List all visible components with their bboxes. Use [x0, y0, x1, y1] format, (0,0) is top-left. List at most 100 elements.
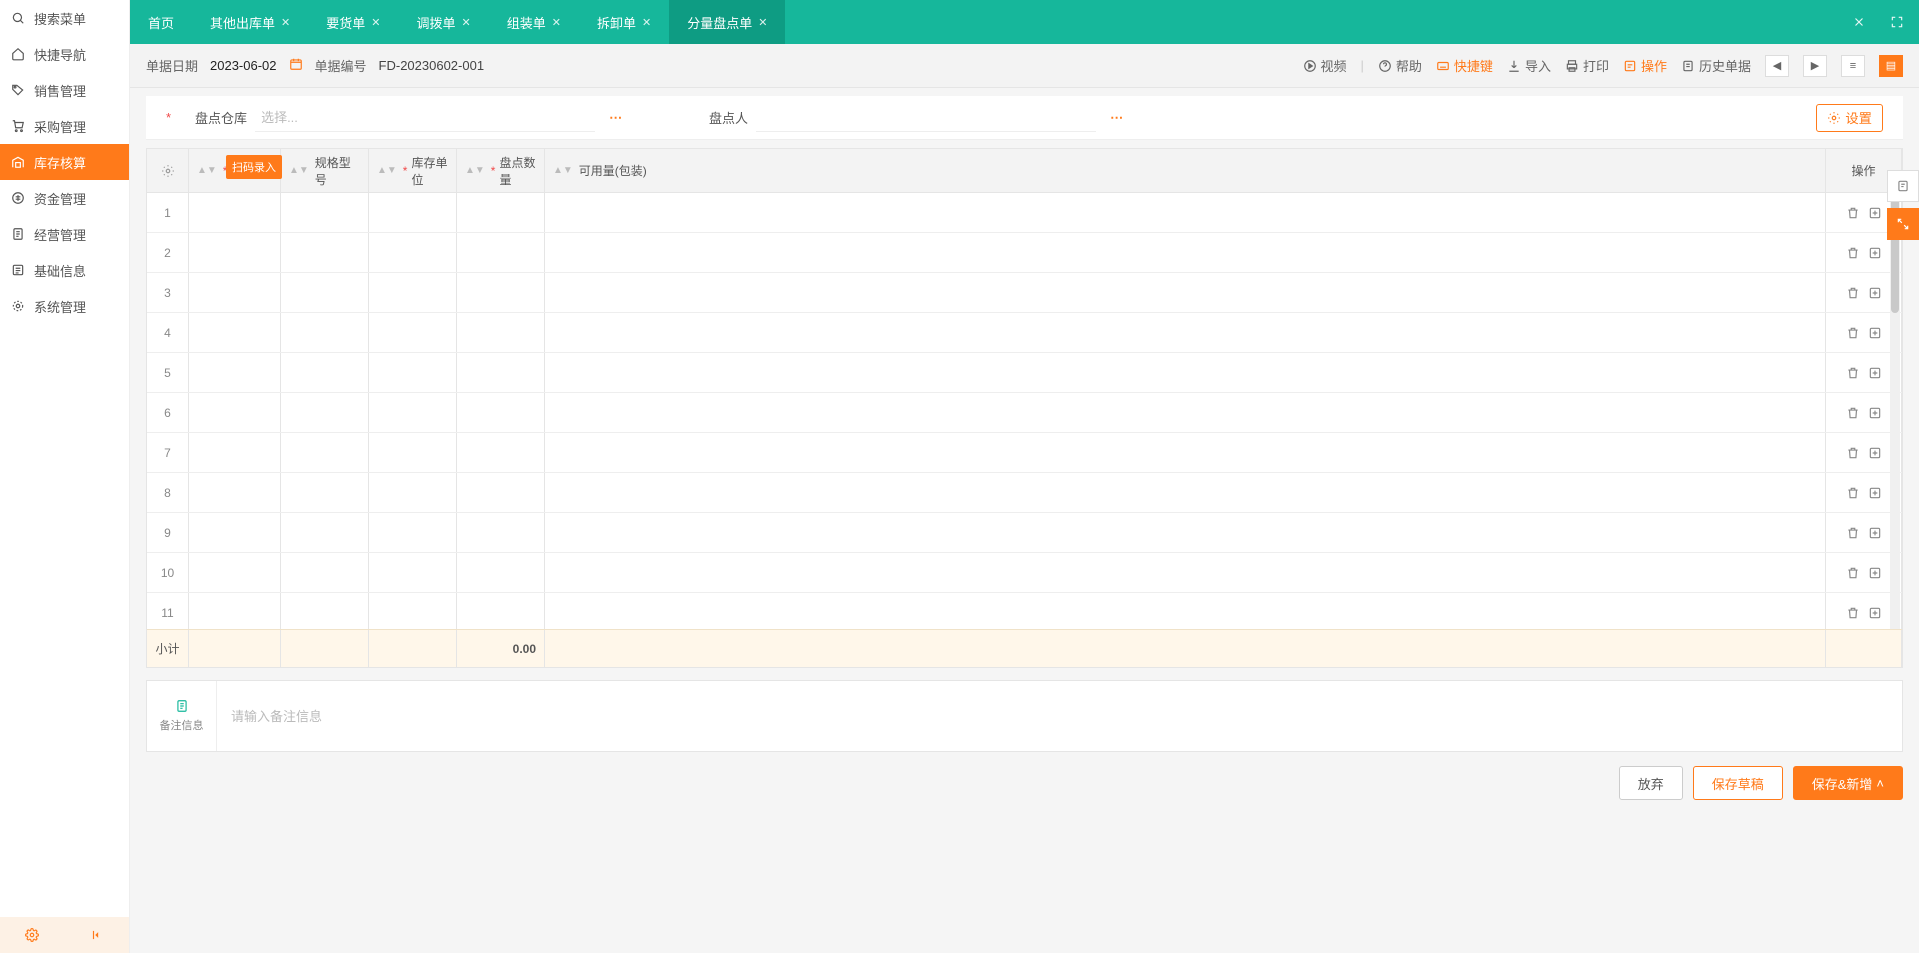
- cell-spec[interactable]: [281, 433, 369, 472]
- table-row[interactable]: 5: [147, 353, 1902, 393]
- sidebar-item-4[interactable]: 库存核算: [0, 144, 129, 180]
- float-expand-icon[interactable]: [1887, 208, 1919, 240]
- cell-avail[interactable]: [545, 553, 1826, 592]
- col-qty[interactable]: ▲▼*盘点数量: [457, 149, 545, 192]
- cell-qty[interactable]: [457, 313, 545, 352]
- cell-unit[interactable]: [369, 433, 457, 472]
- cell-qty[interactable]: [457, 193, 545, 232]
- cell-product[interactable]: [189, 513, 281, 552]
- cell-avail[interactable]: [545, 473, 1826, 512]
- sidebar-item-0[interactable]: 搜索菜单: [0, 0, 129, 36]
- col-config[interactable]: [147, 149, 189, 192]
- cell-spec[interactable]: [281, 193, 369, 232]
- delete-row-icon[interactable]: [1846, 286, 1860, 300]
- save-new-button[interactable]: 保存&新增 ˄: [1793, 766, 1903, 800]
- delete-row-icon[interactable]: [1846, 406, 1860, 420]
- col-unit[interactable]: ▲▼*库存单位: [369, 149, 457, 192]
- cell-product[interactable]: [189, 353, 281, 392]
- view-card-icon[interactable]: ▤: [1879, 55, 1903, 77]
- table-row[interactable]: 7: [147, 433, 1902, 473]
- import-action[interactable]: 导入: [1507, 56, 1551, 75]
- cell-unit[interactable]: [369, 473, 457, 512]
- tab-5[interactable]: 拆卸单✕: [579, 0, 669, 44]
- settings-button[interactable]: 设置: [1816, 104, 1883, 132]
- discard-button[interactable]: 放弃: [1619, 766, 1683, 800]
- fullscreen-icon[interactable]: [1883, 8, 1911, 36]
- tab-2[interactable]: 要货单✕: [308, 0, 398, 44]
- cell-spec[interactable]: [281, 313, 369, 352]
- cell-avail[interactable]: [545, 353, 1826, 392]
- close-tab-icon[interactable]: [1845, 8, 1873, 36]
- add-row-icon[interactable]: [1868, 246, 1882, 260]
- cell-spec[interactable]: [281, 513, 369, 552]
- cell-avail[interactable]: [545, 393, 1826, 432]
- cell-spec[interactable]: [281, 473, 369, 512]
- delete-row-icon[interactable]: [1846, 246, 1860, 260]
- warehouse-input[interactable]: [255, 104, 595, 132]
- tab-4[interactable]: 组装单✕: [489, 0, 579, 44]
- cell-product[interactable]: [189, 273, 281, 312]
- help-action[interactable]: 帮助: [1378, 56, 1422, 75]
- table-scrollbar[interactable]: [1890, 193, 1900, 629]
- add-row-icon[interactable]: [1868, 606, 1882, 620]
- cell-spec[interactable]: [281, 353, 369, 392]
- collapse-icon[interactable]: [90, 928, 104, 942]
- col-spec[interactable]: ▲▼规格型号: [281, 149, 369, 192]
- col-avail[interactable]: ▲▼可用量(包装): [545, 149, 1826, 192]
- warehouse-picker-icon[interactable]: ⋯: [603, 110, 628, 126]
- person-picker-icon[interactable]: ⋯: [1104, 110, 1129, 126]
- delete-row-icon[interactable]: [1846, 446, 1860, 460]
- calendar-icon[interactable]: [289, 57, 303, 74]
- cell-spec[interactable]: [281, 273, 369, 312]
- float-note-icon[interactable]: [1887, 170, 1919, 202]
- add-row-icon[interactable]: [1868, 286, 1882, 300]
- cell-qty[interactable]: [457, 233, 545, 272]
- cell-qty[interactable]: [457, 513, 545, 552]
- settings-icon[interactable]: [25, 928, 39, 942]
- operate-action[interactable]: 操作: [1623, 56, 1667, 75]
- cell-product[interactable]: [189, 233, 281, 272]
- add-row-icon[interactable]: [1868, 406, 1882, 420]
- cell-avail[interactable]: [545, 313, 1826, 352]
- table-row[interactable]: 6: [147, 393, 1902, 433]
- delete-row-icon[interactable]: [1846, 366, 1860, 380]
- cell-avail[interactable]: [545, 233, 1826, 272]
- cell-avail[interactable]: [545, 433, 1826, 472]
- add-row-icon[interactable]: [1868, 446, 1882, 460]
- date-value[interactable]: 2023-06-02: [210, 58, 277, 73]
- save-draft-button[interactable]: 保存草稿: [1693, 766, 1783, 800]
- cell-unit[interactable]: [369, 193, 457, 232]
- delete-row-icon[interactable]: [1846, 606, 1860, 620]
- sidebar-item-3[interactable]: 采购管理: [0, 108, 129, 144]
- cell-unit[interactable]: [369, 233, 457, 272]
- add-row-icon[interactable]: [1868, 486, 1882, 500]
- table-row[interactable]: 4: [147, 313, 1902, 353]
- delete-row-icon[interactable]: [1846, 486, 1860, 500]
- cell-product[interactable]: [189, 433, 281, 472]
- scan-tag[interactable]: 扫码录入: [226, 155, 282, 179]
- sidebar-item-5[interactable]: 资金管理: [0, 180, 129, 216]
- cell-unit[interactable]: [369, 593, 457, 629]
- cell-spec[interactable]: [281, 593, 369, 629]
- table-row[interactable]: 1: [147, 193, 1902, 233]
- tab-3[interactable]: 调拨单✕: [398, 0, 488, 44]
- view-list-icon[interactable]: ≡: [1841, 55, 1865, 77]
- table-row[interactable]: 10: [147, 553, 1902, 593]
- cell-qty[interactable]: [457, 593, 545, 629]
- cell-qty[interactable]: [457, 433, 545, 472]
- delete-row-icon[interactable]: [1846, 326, 1860, 340]
- sidebar-item-8[interactable]: 系统管理: [0, 288, 129, 324]
- print-action[interactable]: 打印: [1565, 56, 1609, 75]
- cell-product[interactable]: [189, 473, 281, 512]
- cell-avail[interactable]: [545, 193, 1826, 232]
- table-row[interactable]: 8: [147, 473, 1902, 513]
- cell-qty[interactable]: [457, 393, 545, 432]
- cell-qty[interactable]: [457, 473, 545, 512]
- tab-close-icon[interactable]: ✕: [462, 16, 471, 29]
- delete-row-icon[interactable]: [1846, 206, 1860, 220]
- cell-avail[interactable]: [545, 273, 1826, 312]
- sidebar-item-2[interactable]: 销售管理: [0, 72, 129, 108]
- cell-unit[interactable]: [369, 553, 457, 592]
- delete-row-icon[interactable]: [1846, 566, 1860, 580]
- cell-unit[interactable]: [369, 273, 457, 312]
